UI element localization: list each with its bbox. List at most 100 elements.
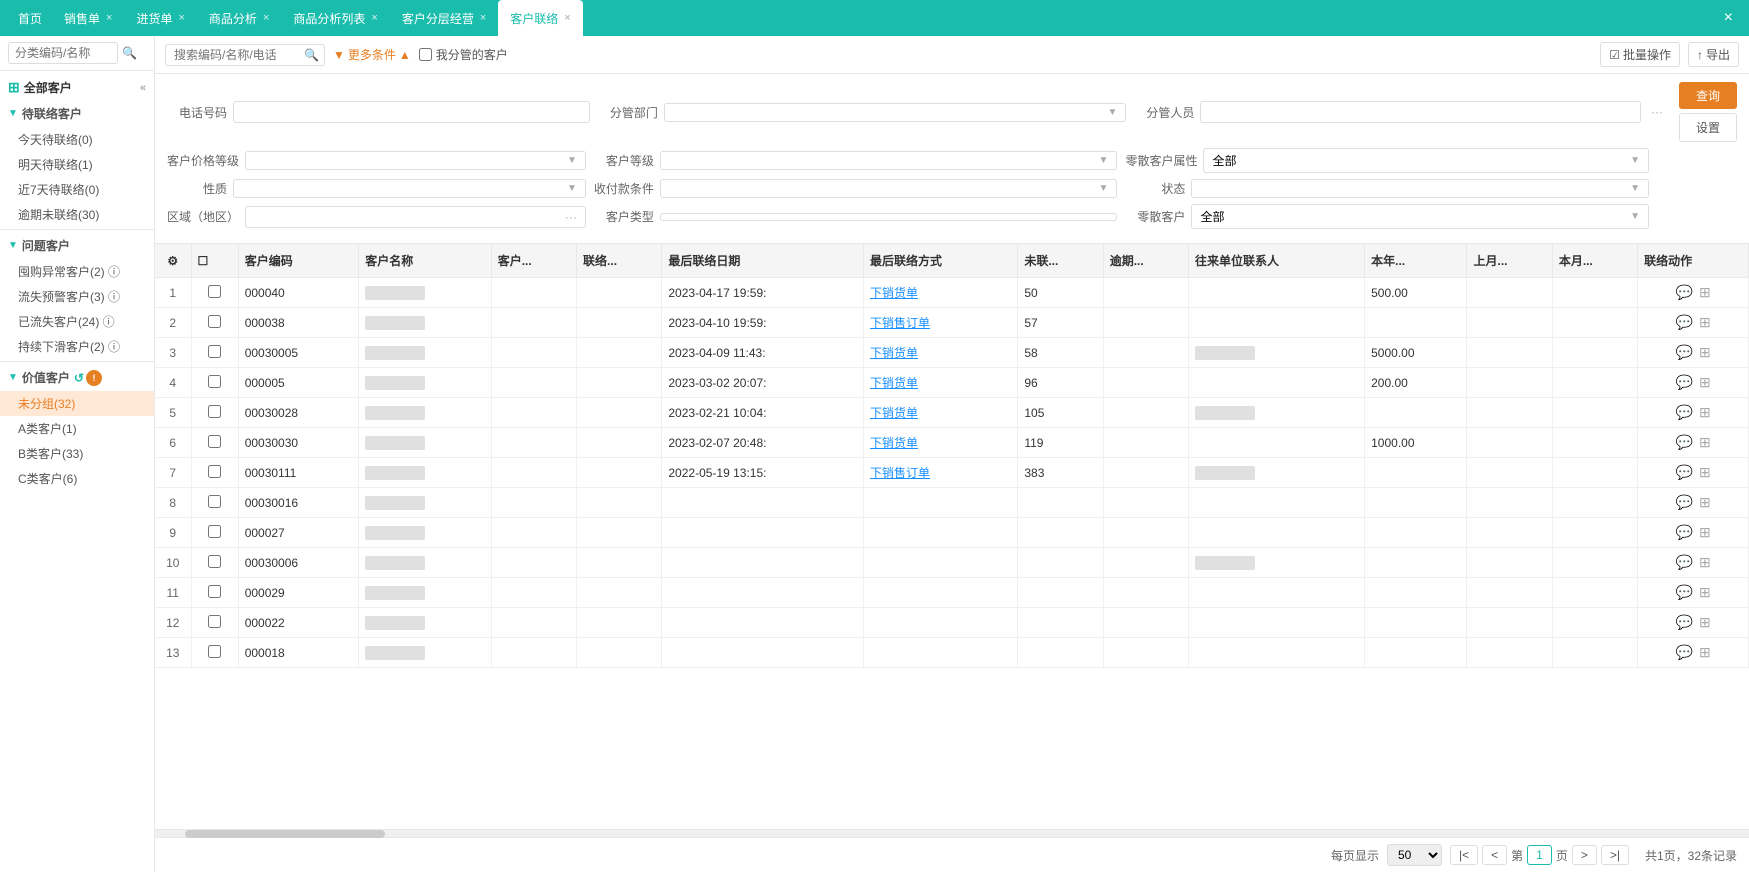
- dept-select[interactable]: ▼: [664, 103, 1127, 122]
- grid-action-icon[interactable]: ⊞: [1699, 644, 1711, 661]
- close-all-icon[interactable]: ×: [1716, 9, 1741, 27]
- horizontal-scrollbar[interactable]: [155, 829, 1749, 837]
- message-action-icon[interactable]: 💬: [1676, 464, 1693, 481]
- nav-home[interactable]: 首页: [8, 0, 52, 36]
- sidebar-group-problem[interactable]: ▼ 问题客户: [0, 232, 154, 259]
- row-checkbox[interactable]: [191, 428, 238, 458]
- refresh-icon[interactable]: ↺: [74, 371, 84, 385]
- row-checkbox[interactable]: [191, 308, 238, 338]
- settings-col-header[interactable]: ⚙: [155, 244, 191, 278]
- per-page-select[interactable]: 50 20 100: [1387, 844, 1442, 866]
- sidebar-item-churn-warning[interactable]: 流失预警客户(3) ⓘ: [0, 284, 154, 309]
- batch-ops-btn[interactable]: ☑ 批量操作: [1600, 42, 1680, 67]
- sparse-attr-select[interactable]: 全部 ▼: [1203, 148, 1649, 173]
- grid-action-icon[interactable]: ⊞: [1699, 284, 1711, 301]
- sidebar-item-b-class[interactable]: B类客户(33): [0, 441, 154, 466]
- contact-method-link[interactable]: 下销货单: [870, 406, 918, 420]
- message-action-icon[interactable]: 💬: [1676, 584, 1693, 601]
- sidebar-search-input[interactable]: [8, 42, 118, 64]
- customer-type-select[interactable]: [660, 213, 1118, 221]
- row-checkbox[interactable]: [191, 278, 238, 308]
- first-page-btn[interactable]: |<: [1450, 845, 1478, 865]
- search-input[interactable]: [174, 48, 304, 62]
- sidebar-item-tomorrow[interactable]: 明天待联络(1): [0, 152, 154, 177]
- message-action-icon[interactable]: 💬: [1676, 404, 1693, 421]
- contact-method-link[interactable]: 下销货单: [870, 286, 918, 300]
- scrollbar-thumb[interactable]: [185, 830, 385, 838]
- contact-method-link[interactable]: 下销货单: [870, 376, 918, 390]
- message-action-icon[interactable]: 💬: [1676, 314, 1693, 331]
- row-checkbox[interactable]: [191, 368, 238, 398]
- row-checkbox[interactable]: [191, 458, 238, 488]
- close-purchase-tab-icon[interactable]: ×: [178, 12, 184, 24]
- row-checkbox[interactable]: [191, 488, 238, 518]
- contact-method-link[interactable]: 下销货单: [870, 436, 918, 450]
- nav-tab-product-list[interactable]: 商品分析列表 ×: [281, 0, 389, 36]
- last-page-btn[interactable]: >|: [1601, 845, 1629, 865]
- row-checkbox[interactable]: [191, 338, 238, 368]
- nav-tab-customer-tier[interactable]: 客户分层经营 ×: [390, 0, 498, 36]
- more-conditions-btn[interactable]: ▼ 更多条件 ▲: [333, 46, 411, 63]
- manager-more-icon[interactable]: ···: [1651, 105, 1663, 119]
- row-checkbox[interactable]: [191, 638, 238, 668]
- next-page-btn[interactable]: >: [1572, 845, 1597, 865]
- export-btn[interactable]: ↑ 导出: [1688, 42, 1739, 67]
- sidebar-group-value[interactable]: ▼ 价值客户 ↺ !: [0, 364, 154, 391]
- close-product-analysis-tab-icon[interactable]: ×: [263, 12, 269, 24]
- row-checkbox[interactable]: [191, 398, 238, 428]
- message-action-icon[interactable]: 💬: [1676, 374, 1693, 391]
- checkbox-col-header[interactable]: ☐: [191, 244, 238, 278]
- message-action-icon[interactable]: 💬: [1676, 284, 1693, 301]
- sidebar-group-pending[interactable]: ▼ 待联络客户: [0, 100, 154, 127]
- row-checkbox[interactable]: [191, 518, 238, 548]
- row-checkbox[interactable]: [191, 548, 238, 578]
- row-checkbox[interactable]: [191, 608, 238, 638]
- contact-method-link[interactable]: 下销货单: [870, 346, 918, 360]
- reset-btn[interactable]: 设置: [1679, 113, 1737, 142]
- all-customers-header[interactable]: ⊞ 全部客户 «: [0, 71, 154, 100]
- sidebar-item-ungroup[interactable]: 未分组(32): [0, 391, 154, 416]
- sidebar-item-c-class[interactable]: C类客户(6): [0, 466, 154, 491]
- nav-tab-purchase[interactable]: 进货单 ×: [124, 0, 196, 36]
- payment-select[interactable]: ▼: [660, 179, 1118, 198]
- grid-action-icon[interactable]: ⊞: [1699, 314, 1711, 331]
- grid-action-icon[interactable]: ⊞: [1699, 494, 1711, 511]
- my-customers-checkbox[interactable]: 我分管的客户: [419, 46, 508, 63]
- customer-grade-select[interactable]: ▼: [660, 151, 1118, 170]
- sparse-customer-select[interactable]: 全部 ▼: [1191, 204, 1649, 229]
- region-more-icon[interactable]: ···: [565, 210, 577, 224]
- phone-input[interactable]: [233, 101, 590, 123]
- sidebar-item-declining[interactable]: 持续下滑客户(2) ⓘ: [0, 334, 154, 359]
- region-select[interactable]: ···: [245, 206, 586, 228]
- grid-action-icon[interactable]: ⊞: [1699, 554, 1711, 571]
- sidebar-collapse-icon[interactable]: «: [140, 82, 146, 94]
- grid-action-icon[interactable]: ⊞: [1699, 524, 1711, 541]
- nav-tab-sales[interactable]: 销售单 ×: [52, 0, 124, 36]
- nav-tab-customer-contact[interactable]: 客户联络 ×: [498, 0, 582, 36]
- message-action-icon[interactable]: 💬: [1676, 434, 1693, 451]
- sidebar-item-abnormal[interactable]: 囤购异常客户(2) ⓘ: [0, 259, 154, 284]
- price-grade-select[interactable]: ▼: [245, 151, 586, 170]
- contact-method-link[interactable]: 下销售订单: [870, 316, 930, 330]
- manager-input[interactable]: [1200, 101, 1641, 123]
- sidebar-search-icon[interactable]: 🔍: [122, 46, 137, 60]
- row-checkbox[interactable]: [191, 578, 238, 608]
- grid-action-icon[interactable]: ⊞: [1699, 344, 1711, 361]
- message-action-icon[interactable]: 💬: [1676, 524, 1693, 541]
- sidebar-item-a-class[interactable]: A类客户(1): [0, 416, 154, 441]
- message-action-icon[interactable]: 💬: [1676, 494, 1693, 511]
- prev-page-btn[interactable]: <: [1482, 845, 1507, 865]
- message-action-icon[interactable]: 💬: [1676, 344, 1693, 361]
- nav-tab-product-analysis[interactable]: 商品分析 ×: [197, 0, 281, 36]
- grid-action-icon[interactable]: ⊞: [1699, 434, 1711, 451]
- nature-select[interactable]: ▼: [233, 179, 586, 198]
- contact-method-link[interactable]: 下销售订单: [870, 466, 930, 480]
- message-action-icon[interactable]: 💬: [1676, 644, 1693, 661]
- sidebar-item-churned[interactable]: 已流失客户(24) ⓘ: [0, 309, 154, 334]
- grid-action-icon[interactable]: ⊞: [1699, 464, 1711, 481]
- grid-action-icon[interactable]: ⊞: [1699, 374, 1711, 391]
- my-customers-check[interactable]: [419, 48, 432, 61]
- close-customer-tier-tab-icon[interactable]: ×: [480, 12, 486, 24]
- close-customer-contact-tab-icon[interactable]: ×: [564, 12, 570, 24]
- grid-action-icon[interactable]: ⊞: [1699, 614, 1711, 631]
